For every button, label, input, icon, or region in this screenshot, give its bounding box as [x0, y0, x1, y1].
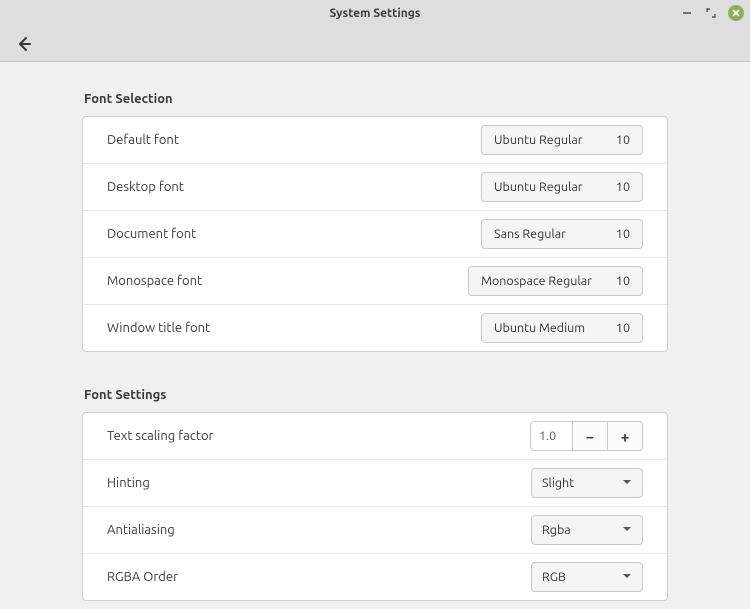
row-antialiasing: Antialiasing Rgba: [83, 506, 667, 553]
content-area: Font Selection Default font Ubuntu Regul…: [0, 62, 750, 609]
label-text-scaling: Text scaling factor: [107, 429, 213, 443]
combo-rgba-order-value: RGB: [542, 570, 566, 584]
section-title-font-settings: Font Settings: [84, 388, 668, 402]
font-button-value: Ubuntu Medium: [494, 321, 585, 335]
row-text-scaling: Text scaling factor 1.0 − +: [83, 413, 667, 459]
text-scaling-spinner: 1.0 − +: [530, 421, 643, 451]
font-button-size: 10: [616, 274, 630, 288]
row-document-font: Document font Sans Regular 10: [83, 210, 667, 257]
row-hinting: Hinting Slight: [83, 459, 667, 506]
combo-hinting[interactable]: Slight: [531, 468, 643, 498]
label-titlebar-font: Window title font: [107, 321, 210, 335]
row-default-font: Default font Ubuntu Regular 10: [83, 117, 667, 163]
close-button[interactable]: [728, 5, 744, 21]
label-desktop-font: Desktop font: [107, 180, 184, 194]
label-antialiasing: Antialiasing: [107, 523, 175, 537]
settings-window: System Settings: [0, 0, 750, 609]
font-button-value: Ubuntu Regular: [494, 133, 583, 147]
font-button-desktop[interactable]: Ubuntu Regular 10: [481, 172, 643, 202]
toolbar: [0, 26, 750, 62]
maximize-button[interactable]: [704, 6, 718, 20]
font-button-value: Sans Regular: [494, 227, 566, 241]
font-button-size: 10: [616, 180, 630, 194]
titlebar: System Settings: [0, 0, 750, 26]
section-title-font-selection: Font Selection: [84, 92, 668, 106]
label-hinting: Hinting: [107, 476, 150, 490]
label-default-font: Default font: [107, 133, 179, 147]
chevron-down-icon: [622, 570, 632, 584]
label-monospace-font: Monospace font: [107, 274, 202, 288]
minus-icon: −: [586, 428, 594, 445]
label-rgba-order: RGBA Order: [107, 570, 178, 584]
font-button-monospace[interactable]: Monospace Regular 10: [468, 266, 643, 296]
combo-antialiasing[interactable]: Rgba: [531, 515, 643, 545]
font-selection-panel: Default font Ubuntu Regular 10 Desktop f…: [82, 116, 668, 352]
label-document-font: Document font: [107, 227, 196, 241]
row-titlebar-font: Window title font Ubuntu Medium 10: [83, 304, 667, 351]
font-button-size: 10: [616, 133, 630, 147]
font-button-size: 10: [616, 321, 630, 335]
combo-rgba-order[interactable]: RGB: [531, 562, 643, 592]
font-settings-panel: Text scaling factor 1.0 − + Hinting Slig…: [82, 412, 668, 601]
minimize-button[interactable]: [680, 6, 694, 20]
row-rgba-order: RGBA Order RGB: [83, 553, 667, 600]
text-scaling-increment[interactable]: +: [607, 421, 643, 451]
font-button-size: 10: [616, 227, 630, 241]
back-button[interactable]: [12, 32, 36, 56]
font-button-document[interactable]: Sans Regular 10: [481, 219, 643, 249]
text-scaling-decrement[interactable]: −: [572, 421, 607, 451]
row-desktop-font: Desktop font Ubuntu Regular 10: [83, 163, 667, 210]
plus-icon: +: [621, 428, 629, 445]
font-button-titlebar[interactable]: Ubuntu Medium 10: [481, 313, 643, 343]
font-button-value: Ubuntu Regular: [494, 180, 583, 194]
chevron-down-icon: [622, 476, 632, 490]
font-button-default[interactable]: Ubuntu Regular 10: [481, 125, 643, 155]
window-title: System Settings: [0, 7, 750, 20]
chevron-down-icon: [622, 523, 632, 537]
combo-antialiasing-value: Rgba: [542, 523, 571, 537]
window-controls: [680, 0, 744, 26]
combo-hinting-value: Slight: [542, 476, 574, 490]
row-monospace-font: Monospace font Monospace Regular 10: [83, 257, 667, 304]
text-scaling-value[interactable]: 1.0: [530, 421, 572, 451]
font-button-value: Monospace Regular: [481, 274, 592, 288]
